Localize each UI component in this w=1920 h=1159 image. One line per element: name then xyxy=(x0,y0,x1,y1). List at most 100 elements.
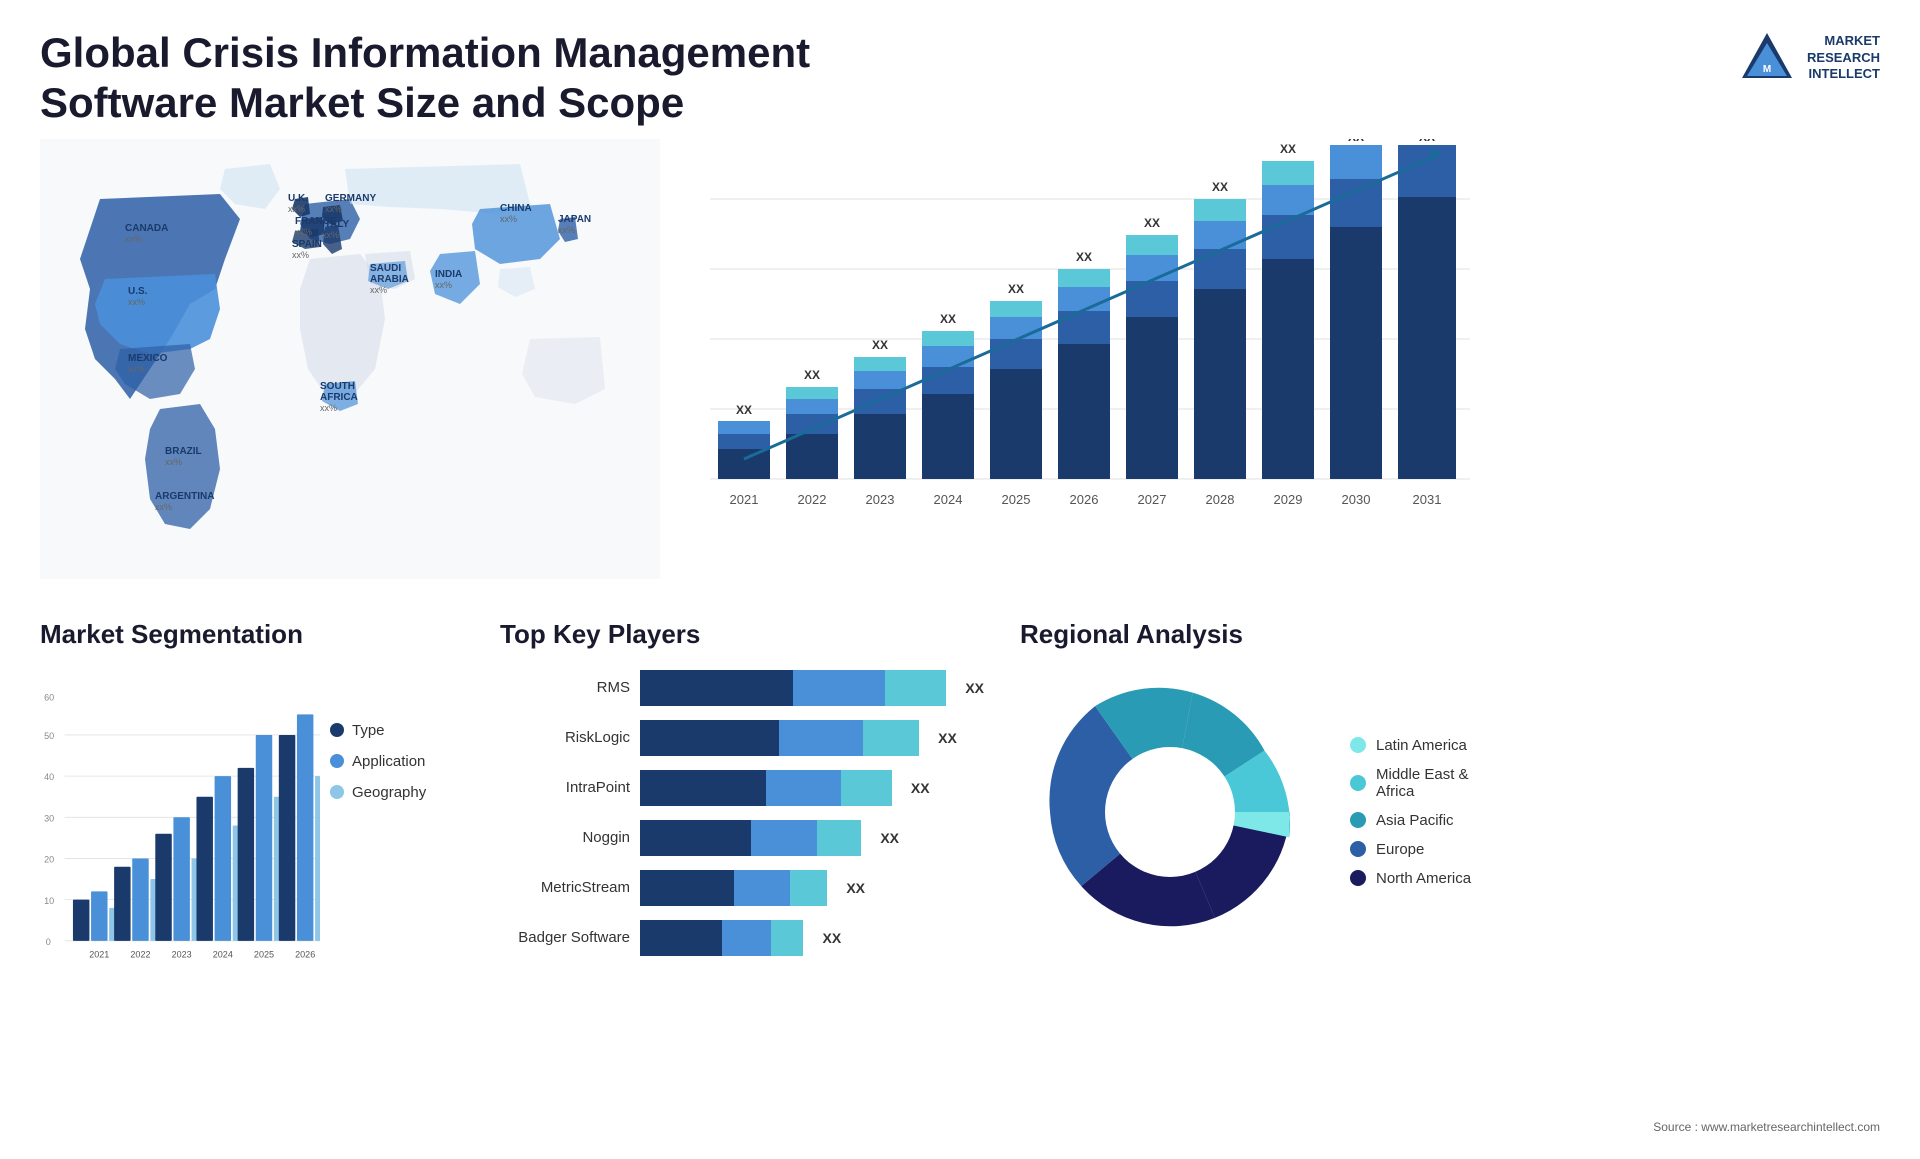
svg-text:2025: 2025 xyxy=(1002,492,1031,507)
svg-text:BRAZIL: BRAZIL xyxy=(165,446,202,457)
legend-north-america: North America xyxy=(1350,870,1471,887)
europe-dot xyxy=(1350,841,1366,857)
svg-text:xx%: xx% xyxy=(320,403,337,413)
svg-text:xx%: xx% xyxy=(125,234,142,244)
svg-text:2022: 2022 xyxy=(130,949,150,959)
segmentation-title: Market Segmentation xyxy=(40,619,460,650)
svg-text:xx%: xx% xyxy=(295,227,312,237)
svg-text:2026: 2026 xyxy=(295,949,315,959)
svg-text:INDIA: INDIA xyxy=(435,269,462,280)
svg-text:20: 20 xyxy=(44,854,54,864)
player-noggin: Noggin XX xyxy=(500,820,980,856)
svg-text:2023: 2023 xyxy=(866,492,895,507)
donut-area: Latin America Middle East &Africa Asia P… xyxy=(1020,662,1880,962)
legend-geography-label: Geography xyxy=(352,784,426,801)
svg-text:XX: XX xyxy=(1008,282,1024,296)
header: Global Crisis Information Management Sof… xyxy=(0,0,1920,139)
svg-text:xx%: xx% xyxy=(288,204,305,214)
svg-text:CHINA: CHINA xyxy=(500,203,532,214)
player-bar-rms: XX xyxy=(640,670,980,706)
svg-text:XX: XX xyxy=(1144,216,1160,230)
svg-text:2023: 2023 xyxy=(172,949,192,959)
regional-legend: Latin America Middle East &Africa Asia P… xyxy=(1350,737,1471,887)
world-map: CANADA xx% U.S. xx% MEXICO xx% BRAZIL xx… xyxy=(40,139,660,579)
svg-text:2024: 2024 xyxy=(934,492,963,507)
legend-application-label: Application xyxy=(352,753,425,770)
svg-text:2024: 2024 xyxy=(213,949,233,959)
svg-text:xx%: xx% xyxy=(128,364,145,374)
svg-text:60: 60 xyxy=(44,692,54,702)
svg-text:XX: XX xyxy=(1419,139,1435,144)
svg-text:30: 30 xyxy=(44,813,54,823)
asia-pacific-dot xyxy=(1350,812,1366,828)
latin-america-label: Latin America xyxy=(1376,737,1467,754)
regional-title: Regional Analysis xyxy=(1020,619,1880,650)
svg-text:xx%: xx% xyxy=(128,297,145,307)
north-america-dot xyxy=(1350,870,1366,886)
segmentation-chart: 0 10 20 30 40 50 60 2021 xyxy=(40,662,320,1022)
source: Source : www.marketresearchintellect.com xyxy=(1653,1118,1880,1136)
player-metricstream: MetricStream XX xyxy=(500,870,980,906)
svg-text:2022: 2022 xyxy=(798,492,827,507)
svg-text:2027: 2027 xyxy=(1138,492,1167,507)
player-bar-noggin: XX xyxy=(640,820,980,856)
svg-text:2031: 2031 xyxy=(1413,492,1442,507)
svg-text:XX: XX xyxy=(804,368,820,382)
svg-text:XX: XX xyxy=(1076,250,1092,264)
logo-text: MARKET RESEARCH INTELLECT xyxy=(1807,33,1880,84)
type-dot xyxy=(330,723,344,737)
player-name-intrapoint: IntraPoint xyxy=(500,779,630,796)
svg-text:XX: XX xyxy=(940,312,956,326)
player-badger: Badger Software XX xyxy=(500,920,980,956)
player-bar-metricstream: XX xyxy=(640,870,980,906)
svg-text:XX: XX xyxy=(1212,180,1228,194)
geography-dot xyxy=(330,785,344,799)
logo-icon: M xyxy=(1737,28,1797,88)
svg-text:2021: 2021 xyxy=(730,492,759,507)
player-name-noggin: Noggin xyxy=(500,829,630,846)
player-bar-badger: XX xyxy=(640,920,980,956)
players-title: Top Key Players xyxy=(500,619,980,650)
svg-text:0: 0 xyxy=(46,937,51,947)
svg-text:50: 50 xyxy=(44,731,54,741)
legend-europe: Europe xyxy=(1350,841,1471,858)
svg-text:XX: XX xyxy=(872,338,888,352)
key-players-section: Top Key Players RMS XX RiskLogic xyxy=(480,619,980,1149)
svg-text:2029: 2029 xyxy=(1274,492,1303,507)
players-list: RMS XX RiskLogic xyxy=(500,670,980,956)
legend-asia-pacific: Asia Pacific xyxy=(1350,812,1471,829)
svg-text:U.K.: U.K. xyxy=(288,193,308,204)
svg-text:CANADA: CANADA xyxy=(125,223,168,234)
legend-type: Type xyxy=(330,722,426,739)
svg-text:ARGENTINA: ARGENTINA xyxy=(155,491,214,502)
player-bar-intrapoint: XX xyxy=(640,770,980,806)
player-name-risklogic: RiskLogic xyxy=(500,729,630,746)
segmentation-section: Market Segmentation 0 10 20 30 40 50 60 xyxy=(40,619,460,1149)
source-text: Source : www.marketresearchintellect.com xyxy=(1653,1120,1880,1134)
svg-text:xx%: xx% xyxy=(292,250,309,260)
svg-text:GERMANY: GERMANY xyxy=(325,193,376,204)
svg-text:2030: 2030 xyxy=(1342,492,1371,507)
svg-text:2021: 2021 xyxy=(89,949,109,959)
donut-chart xyxy=(1020,662,1320,962)
svg-text:40: 40 xyxy=(44,772,54,782)
mea-label: Middle East &Africa xyxy=(1376,766,1469,800)
player-intrapoint: IntraPoint XX xyxy=(500,770,980,806)
svg-text:ARABIA: ARABIA xyxy=(370,274,409,285)
svg-text:2028: 2028 xyxy=(1206,492,1235,507)
svg-text:SPAIN: SPAIN xyxy=(292,239,322,250)
player-name-rms: RMS xyxy=(500,679,630,696)
latin-america-dot xyxy=(1350,737,1366,753)
legend-application: Application xyxy=(330,753,426,770)
bottom-section: Market Segmentation 0 10 20 30 40 50 60 xyxy=(0,599,1920,1159)
application-dot xyxy=(330,754,344,768)
top-content: CANADA xx% U.S. xx% MEXICO xx% BRAZIL xx… xyxy=(0,139,1920,599)
legend-latin-america: Latin America xyxy=(1350,737,1471,754)
svg-text:U.S.: U.S. xyxy=(128,286,148,297)
player-name-badger: Badger Software xyxy=(500,929,630,946)
svg-text:2026: 2026 xyxy=(1070,492,1099,507)
mea-dot xyxy=(1350,775,1366,791)
legend-mea: Middle East &Africa xyxy=(1350,766,1471,800)
europe-label: Europe xyxy=(1376,841,1424,858)
svg-text:M: M xyxy=(1763,64,1771,75)
